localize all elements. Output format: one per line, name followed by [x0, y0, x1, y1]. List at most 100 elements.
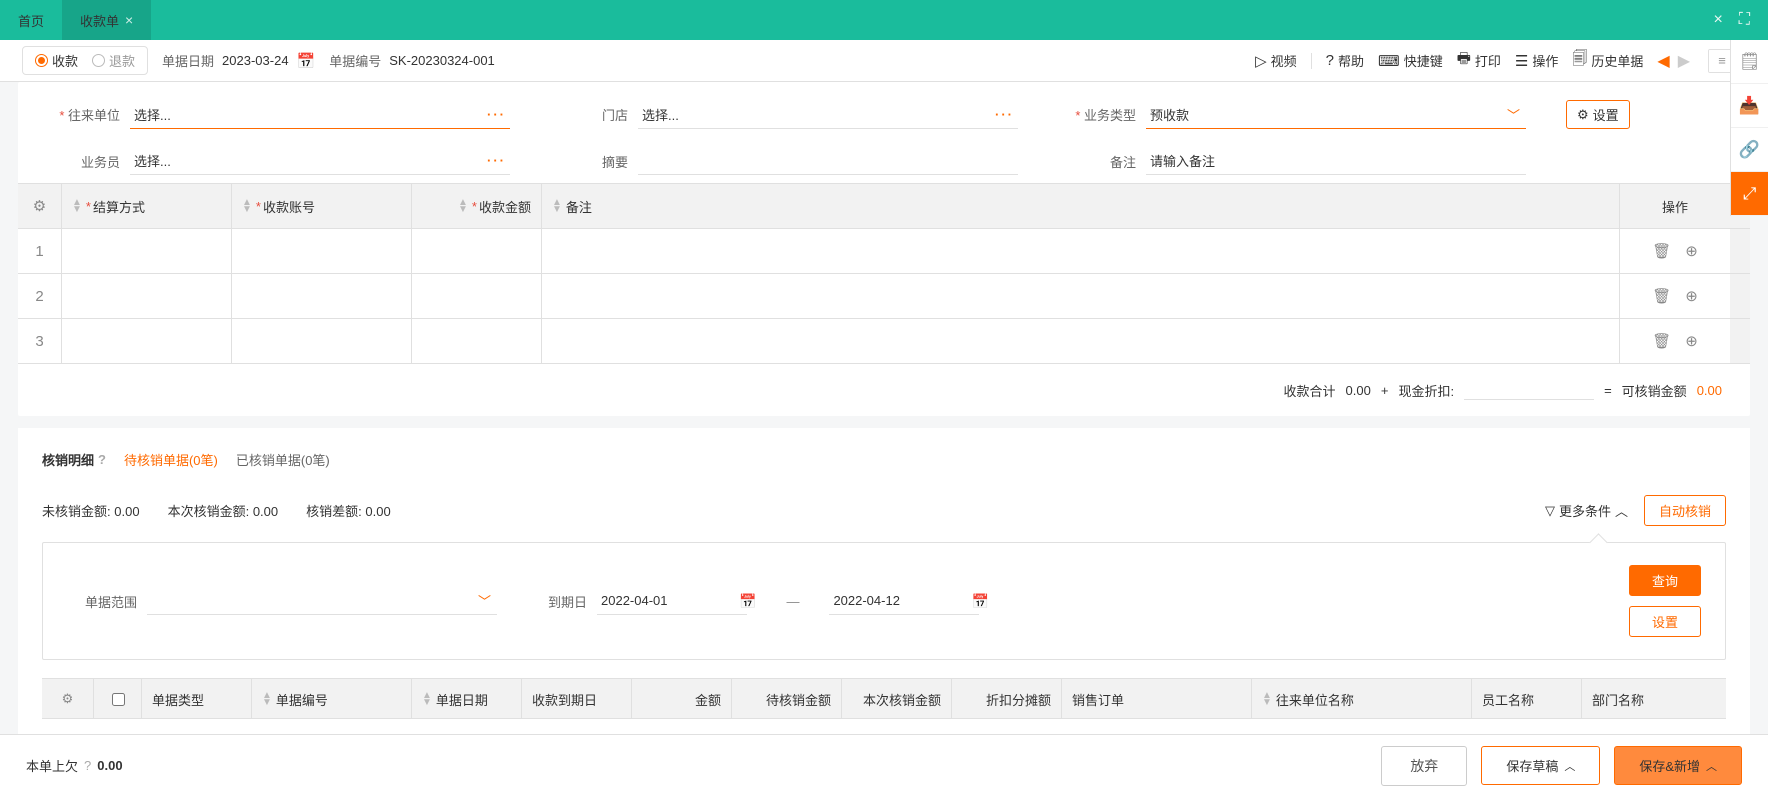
cell-remark[interactable] — [542, 229, 1620, 273]
link-print[interactable]: 🖶打印 — [1457, 48, 1501, 73]
input-summary[interactable] — [638, 147, 1018, 175]
link-history[interactable]: 🗐历史单据 — [1572, 48, 1643, 73]
writeoff-sums: 未核销金额: 0.00 本次核销金额: 0.00 核销差额: 0.00 ▽更多条… — [42, 495, 1726, 526]
more-conditions-toggle[interactable]: ▽更多条件︿ — [1545, 501, 1628, 520]
form: 往来单位 选择...··· 门店 选择...··· 业务类型 预收款﹀ ⚙设置 … — [18, 82, 1750, 183]
grid-header: ⚙ ▲▼*结算方式 ▲▼*收款账号 ▲▼*收款金额 ▲▼备注 操作 — [18, 184, 1750, 229]
next-icon[interactable]: ▶ — [1678, 51, 1690, 71]
writeoff-title: 核销明细? — [42, 450, 106, 469]
cell-remark[interactable] — [542, 319, 1620, 363]
input-remark[interactable]: 请输入备注 — [1146, 147, 1526, 175]
calendar-icon[interactable]: 📅 — [297, 52, 316, 70]
input-store[interactable]: 选择...··· — [638, 101, 1018, 129]
dock-attach-icon[interactable]: 🔗 — [1731, 128, 1768, 172]
dock-import-icon[interactable]: 📥 — [1731, 84, 1768, 128]
cell-amount[interactable] — [412, 229, 542, 273]
play-icon: ▷ — [1255, 52, 1267, 70]
wo-tab-pending[interactable]: 待核销单据(0笔) — [124, 446, 218, 473]
link-help[interactable]: ?帮助 — [1326, 51, 1364, 70]
tab-bar: 首页 收款单 × × ⛶ — [0, 0, 1768, 40]
input-due-to[interactable]: 2022-04-12 — [829, 587, 979, 615]
tab-receipt[interactable]: 收款单 × — [62, 0, 151, 40]
row-add-icon[interactable]: ⊕ — [1685, 287, 1698, 305]
input-salesman[interactable]: 选择...··· — [130, 147, 510, 175]
input-due-from[interactable]: 2022-04-01 — [597, 587, 747, 615]
cell-remark[interactable] — [542, 274, 1620, 318]
grid-row: 3 🗑 ⊕ — [18, 319, 1750, 364]
doc-no: 单据编号 SK-20230324-001 — [329, 51, 495, 70]
chevron-down-icon: ﹀ — [1507, 105, 1520, 124]
mode-switch: 收款 退款 — [22, 46, 148, 75]
main-card: 往来单位 选择...··· 门店 选择...··· 业务类型 预收款﹀ ⚙设置 … — [18, 82, 1750, 416]
total-writeoffable: 0.00 — [1697, 383, 1722, 398]
cell-settlement[interactable] — [62, 274, 232, 318]
tab-close-icon[interactable]: × — [125, 12, 133, 28]
history-icon: 🗐 — [1572, 48, 1587, 73]
link-video[interactable]: ▷视频 — [1255, 51, 1297, 70]
gear-icon: ⚙ — [1577, 107, 1589, 123]
field-due-from: 到期日 2022-04-01 📅 — [527, 587, 756, 615]
grid-settings-icon[interactable]: ⚙ — [18, 184, 62, 228]
input-partner[interactable]: 选择...··· — [130, 101, 510, 129]
field-due-to: 2022-04-12 📅 — [829, 587, 988, 615]
mode-refund[interactable]: 退款 — [92, 51, 135, 70]
row-delete-icon[interactable]: 🗑 — [1652, 287, 1671, 305]
tab-home-label: 首页 — [18, 11, 44, 30]
help-icon: ? — [1326, 52, 1334, 69]
wo-grid-header: ⚙ 单据类型 ▲▼单据编号 ▲▼单据日期 收款到期日 金额 待核销金额 本次核销… — [42, 679, 1726, 719]
payment-grid: ⚙ ▲▼*结算方式 ▲▼*收款账号 ▲▼*收款金额 ▲▼备注 操作 1🗑⊕2🗑⊕… — [18, 183, 1750, 364]
window-close-icon[interactable]: × — [1713, 11, 1722, 29]
right-dock: 🗒 📥 🔗 ⤢ — [1730, 40, 1768, 216]
wo-tab-done[interactable]: 已核销单据(0笔) — [236, 446, 330, 473]
row-add-icon[interactable]: ⊕ — [1685, 242, 1698, 260]
writeoff-grid: ⚙ 单据类型 ▲▼单据编号 ▲▼单据日期 收款到期日 金额 待核销金额 本次核销… — [42, 678, 1726, 719]
field-remark: 备注 请输入备注 — [1058, 147, 1526, 175]
row-index: 1 — [18, 229, 62, 273]
window-controls: × ⛶ — [1695, 0, 1768, 40]
cell-amount[interactable] — [412, 274, 542, 318]
cell-account[interactable] — [232, 274, 412, 318]
discard-button[interactable]: 放弃 — [1381, 746, 1467, 786]
field-biztype: 业务类型 预收款﹀ — [1058, 101, 1526, 129]
tab-home[interactable]: 首页 — [0, 0, 62, 40]
row-add-icon[interactable]: ⊕ — [1685, 332, 1698, 350]
row-delete-icon[interactable]: 🗑 — [1652, 332, 1671, 350]
footer-bar: 本单上欠 ? 0.00 放弃 保存草稿︿ 保存&新增︿ — [0, 734, 1768, 796]
link-ops[interactable]: ☰操作 — [1515, 51, 1558, 70]
field-partner: 往来单位 选择...··· — [42, 101, 510, 129]
window-fullscreen-icon[interactable]: ⛶ — [1739, 11, 1750, 29]
picker-icon[interactable]: ··· — [487, 153, 506, 168]
grid-row: 2🗑⊕ — [18, 274, 1750, 319]
cell-account[interactable] — [232, 319, 412, 363]
wo-select-all[interactable] — [112, 693, 125, 706]
help-icon[interactable]: ? — [98, 452, 106, 467]
cell-account[interactable] — [232, 229, 412, 273]
wo-grid-settings-icon[interactable]: ⚙ — [42, 679, 94, 719]
picker-icon[interactable]: ··· — [487, 107, 506, 122]
row-index: 3 — [18, 319, 62, 363]
prev-icon[interactable]: ◀ — [1657, 51, 1669, 71]
cell-amount[interactable] — [412, 319, 542, 363]
link-hotkeys[interactable]: ⌨快捷键 — [1378, 51, 1443, 70]
keyboard-icon: ⌨ — [1378, 52, 1400, 70]
print-icon: 🖶 — [1457, 48, 1471, 73]
save-new-button[interactable]: 保存&新增︿ — [1614, 746, 1742, 785]
settings-button[interactable]: ⚙设置 — [1566, 100, 1630, 129]
auto-writeoff-button[interactable]: 自动核销 — [1644, 495, 1726, 526]
select-biztype[interactable]: 预收款﹀ — [1146, 101, 1526, 129]
help-icon[interactable]: ? — [84, 758, 91, 773]
picker-icon[interactable]: ··· — [995, 107, 1014, 122]
mode-receive[interactable]: 收款 — [35, 51, 78, 70]
filter-settings-button[interactable]: 设置 — [1629, 606, 1701, 637]
dock-expand-icon[interactable]: ⤢ — [1731, 172, 1768, 216]
cell-settlement[interactable] — [62, 229, 232, 273]
chevron-up-icon: ︿ — [1706, 758, 1717, 774]
cell-settlement[interactable] — [62, 319, 232, 363]
save-draft-button[interactable]: 保存草稿︿ — [1481, 746, 1600, 785]
select-doc-range[interactable]: ﹀ — [147, 587, 497, 615]
row-delete-icon[interactable]: 🗑 — [1652, 242, 1671, 260]
tab-receipt-label: 收款单 — [80, 11, 119, 30]
input-cash-discount[interactable] — [1464, 380, 1594, 400]
query-button[interactable]: 查询 — [1629, 565, 1701, 596]
dock-note-icon[interactable]: 🗒 — [1731, 40, 1768, 84]
